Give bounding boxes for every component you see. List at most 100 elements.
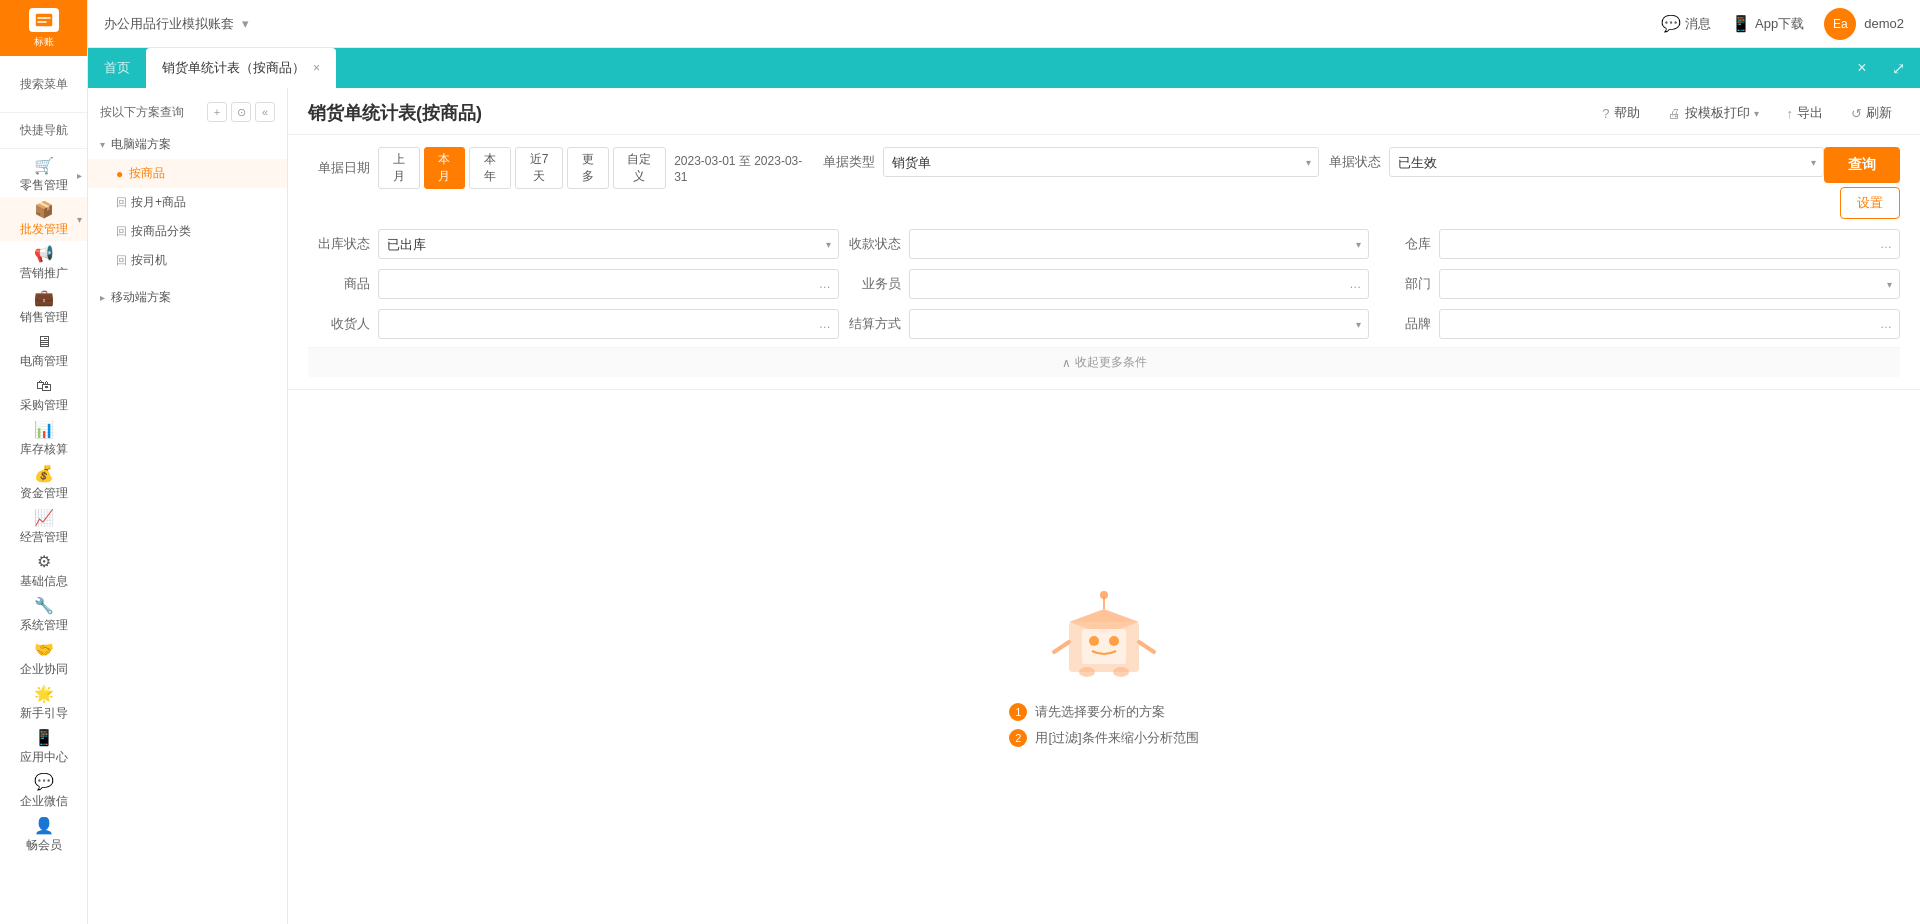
setting-button[interactable]: 设置 (1840, 187, 1900, 219)
department-select[interactable] (1439, 269, 1900, 299)
wholesale-arrow: ▾ (77, 214, 82, 225)
filter-subsection-by-category[interactable]: 回 按商品分类 (88, 217, 287, 246)
settlement-select[interactable] (909, 309, 1370, 339)
workspace-selector[interactable]: 办公用品行业模拟账套 ▾ (104, 15, 249, 33)
sidebar-item-purchase[interactable]: 🛍 采购管理 (0, 373, 88, 417)
payment-status-select[interactable] (909, 229, 1370, 259)
filter-add-icon[interactable]: + (207, 102, 227, 122)
sidebar-item-inventory[interactable]: 📊 库存核算 (0, 417, 88, 461)
tab-close-icon[interactable]: × (313, 61, 320, 75)
last7days-btn[interactable]: 近7天 (515, 147, 563, 189)
filter-section-desktop-title[interactable]: ▾ 电脑端方案 (88, 130, 287, 159)
last-month-btn[interactable]: 上月 (378, 147, 420, 189)
filter-subsection-month-product[interactable]: 回 按月+商品 (88, 188, 287, 217)
export-label: 导出 (1797, 104, 1823, 122)
recipient-dots[interactable]: … (819, 317, 831, 331)
appcenter-label: 应用中心 (20, 749, 68, 766)
sidebar-item-member[interactable]: 👤 畅会员 (0, 813, 88, 857)
retail-icon: 🛒 (34, 156, 54, 175)
svg-point-4 (1109, 636, 1119, 646)
quick-nav-item[interactable]: 快捷导航 (0, 113, 88, 149)
warehouse-input[interactable] (1439, 229, 1900, 259)
page-title: 销货单统计表(按商品) (308, 101, 482, 125)
export-button[interactable]: ↑ 导出 (1779, 100, 1832, 126)
sidebar-item-enterprise[interactable]: 🤝 企业协同 (0, 637, 88, 681)
sidebar: 标账 搜索菜单 快捷导航 🛒 零售管理 ▸ 📦 批发管理 ▾ 📢 营销推广 💼 … (0, 0, 88, 924)
filter-subsection-by-cashier[interactable]: 回 按司机 (88, 246, 287, 275)
collapse-label: 收起更多条件 (1075, 354, 1147, 371)
product-input[interactable] (378, 269, 839, 299)
empty-illustration (1044, 567, 1164, 687)
svg-point-3 (1089, 636, 1099, 646)
message-btn[interactable]: 💬 消息 (1661, 14, 1711, 33)
filter-section-mobile-title[interactable]: ▸ 移动端方案 (88, 283, 287, 312)
settlement-wrapper: ▾ (909, 309, 1370, 339)
tab-restore-button[interactable]: ⤢ (1884, 54, 1912, 82)
filter-item-by-product[interactable]: ● 按商品 (88, 159, 287, 188)
product-dots[interactable]: … (819, 277, 831, 291)
right-action-buttons: 查询 设置 (1824, 147, 1900, 219)
doc-type-select[interactable]: 销货单 (883, 147, 1318, 177)
by-category-label: 按商品分类 (131, 223, 191, 240)
sidebar-item-corpwechat[interactable]: 💬 企业微信 (0, 769, 88, 813)
app-download-btn[interactable]: 📱 App下载 (1731, 14, 1804, 33)
sidebar-item-sales[interactable]: 💼 销售管理 (0, 285, 88, 329)
sidebar-item-operations[interactable]: 📈 经营管理 (0, 505, 88, 549)
more-date-btn[interactable]: 更多 (567, 147, 609, 189)
basic-label: 基础信息 (20, 573, 68, 590)
brand-dots[interactable]: … (1880, 317, 1892, 331)
tab-home[interactable]: 首页 (88, 48, 146, 88)
out-status-select[interactable]: 已出库 (378, 229, 839, 259)
sidebar-item-finance[interactable]: 💰 资金管理 (0, 461, 88, 505)
filter-sidebar: 按以下方案查询 + ⊙ « ▾ 电脑端方案 ● 按商品 回 按月 (88, 88, 288, 924)
recipient-input[interactable] (378, 309, 839, 339)
doc-status-select[interactable]: 已生效 (1389, 147, 1824, 177)
salesperson-dots[interactable]: … (1349, 277, 1361, 291)
print-dropdown-arrow: ▾ (1754, 108, 1759, 119)
tab-home-label: 首页 (104, 59, 130, 77)
wholesale-icon: 📦 (34, 200, 54, 219)
sidebar-item-system[interactable]: 🔧 系统管理 (0, 593, 88, 637)
sidebar-item-ecommerce[interactable]: 🖥 电商管理 (0, 329, 88, 373)
inventory-label: 库存核算 (20, 441, 68, 458)
sidebar-item-retail[interactable]: 🛒 零售管理 ▸ (0, 153, 88, 197)
sales-icon: 💼 (34, 288, 54, 307)
user-profile[interactable]: Ea demo2 (1824, 8, 1904, 40)
svg-point-8 (1113, 667, 1129, 677)
help-icon: ? (1602, 106, 1609, 121)
warehouse-label: 仓库 (1369, 235, 1439, 253)
sidebar-item-marketing[interactable]: 📢 营销推广 (0, 241, 88, 285)
sidebar-item-basic[interactable]: ⚙ 基础信息 (0, 549, 88, 593)
filter-row-4: 收货人 … 结算方式 ▾ (308, 309, 1900, 339)
warehouse-dots[interactable]: … (1880, 237, 1892, 251)
workspace-label: 办公用品行业模拟账套 (104, 15, 234, 33)
date-buttons: 上月 本月 本年 近7天 更多 自定义 2023-03-01 至 2023-03… (378, 147, 813, 189)
ecommerce-label: 电商管理 (20, 353, 68, 370)
sidebar-item-appcenter[interactable]: 📱 应用中心 (0, 725, 88, 769)
warehouse-filter: 仓库 … (1369, 229, 1900, 259)
query-button[interactable]: 查询 (1824, 147, 1900, 183)
refresh-button[interactable]: ↺ 刷新 (1843, 100, 1900, 126)
refresh-label: 刷新 (1866, 104, 1892, 122)
this-month-btn[interactable]: 本月 (424, 147, 466, 189)
this-year-btn[interactable]: 本年 (469, 147, 511, 189)
sidebar-item-wholesale[interactable]: 📦 批发管理 ▾ (0, 197, 88, 241)
newguide-label: 新手引导 (20, 705, 68, 722)
brand-input[interactable] (1439, 309, 1900, 339)
sidebar-item-newguide[interactable]: 🌟 新手引导 (0, 681, 88, 725)
filter-sidebar-title: 按以下方案查询 (100, 104, 184, 121)
tab-sales-stats[interactable]: 销货单统计表（按商品） × (146, 48, 336, 88)
tab-close-button[interactable]: × (1848, 54, 1876, 82)
filter-settings-icon[interactable]: ⊙ (231, 102, 251, 122)
custom-date-btn[interactable]: 自定义 (613, 147, 666, 189)
logo-icon (29, 8, 59, 32)
collapse-bar[interactable]: ∧ 收起更多条件 (308, 347, 1900, 377)
filter-collapse-icon[interactable]: « (255, 102, 275, 122)
marketing-icon: 📢 (34, 244, 54, 263)
help-button[interactable]: ? 帮助 (1594, 100, 1647, 126)
search-menu-item[interactable]: 搜索菜单 (0, 66, 88, 102)
salesperson-input[interactable] (909, 269, 1370, 299)
workspace-dropdown-arrow: ▾ (242, 16, 249, 31)
template-print-button[interactable]: 🖨 按模板打印 ▾ (1660, 100, 1767, 126)
marketing-label: 营销推广 (20, 265, 68, 282)
